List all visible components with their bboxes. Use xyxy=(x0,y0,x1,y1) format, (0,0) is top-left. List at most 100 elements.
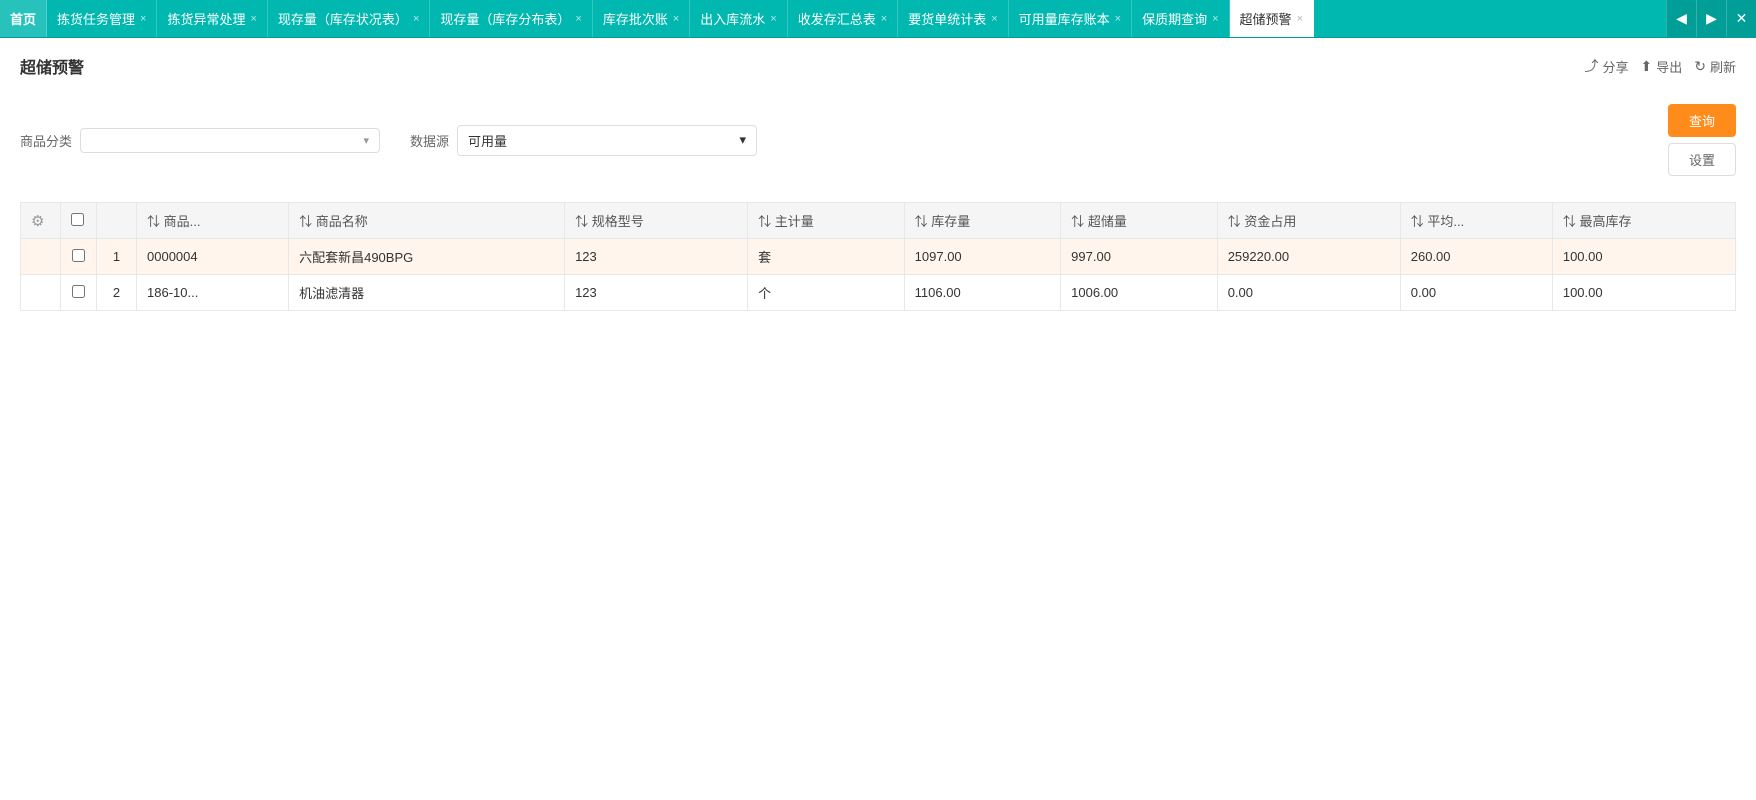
refresh-label: 刷新 xyxy=(1710,57,1736,76)
row-avg-0: 260.00 xyxy=(1400,239,1552,275)
category-label: 商品分类 xyxy=(20,131,72,150)
col-gear: ⚙ xyxy=(21,203,61,239)
datasource-label: 数据源 xyxy=(410,131,449,150)
nav-item-shelf-life[interactable]: 保质期查询 × xyxy=(1132,0,1229,37)
row-spec-1: 123 xyxy=(565,275,748,311)
data-table: ⚙ ⇅ 商品... ⇅ 商品名称 ⇅ 规格型号 xyxy=(20,202,1736,311)
nav-label-overstock-warning: 超储预警 xyxy=(1240,9,1292,28)
nav-label-order-stat: 要货单统计表 xyxy=(908,9,986,28)
row-overstock-1: 1006.00 xyxy=(1061,275,1218,311)
table-row: 1 0000004 六配套新昌490BPG 123 套 1097.00 997.… xyxy=(21,239,1736,275)
nav-label-inventory-batch: 库存批次账 xyxy=(603,9,668,28)
datasource-select[interactable]: 可用量 ▾ xyxy=(457,125,757,156)
row-num-1: 2 xyxy=(97,275,137,311)
col-spec[interactable]: ⇅ 规格型号 xyxy=(565,203,748,239)
nav-arrows: ◀ ▶ ✕ xyxy=(1666,0,1756,38)
export-label: 导出 xyxy=(1656,57,1682,76)
close-icon-available-ledger[interactable]: × xyxy=(1115,13,1121,25)
nav-item-inout-flow[interactable]: 出入库流水 × xyxy=(690,0,787,37)
datasource-filter: 数据源 可用量 ▾ xyxy=(410,125,757,156)
row-spec-0: 123 xyxy=(565,239,748,275)
row-checkbox-cell-1 xyxy=(61,275,97,311)
settings-button[interactable]: 设置 xyxy=(1668,143,1736,176)
refresh-button[interactable]: ↻ 刷新 xyxy=(1694,57,1736,76)
share-icon: ⤴ xyxy=(1584,56,1598,76)
nav-item-overstock-warning[interactable]: 超储预警 × xyxy=(1230,0,1314,37)
row-gear-1 xyxy=(21,275,61,311)
col-checkbox-header xyxy=(61,203,97,239)
export-button[interactable]: ⬆ 导出 xyxy=(1641,57,1683,76)
row-checkbox-1[interactable] xyxy=(72,285,85,298)
page-content: 超储预警 ⤴ 分享 ⬆ 导出 ↻ 刷新 商品分类 ▾ xyxy=(0,38,1756,800)
table-row: 2 186-10... 机油滤清器 123 个 1106.00 1006.00 … xyxy=(21,275,1736,311)
col-stock[interactable]: ⇅ 库存量 xyxy=(904,203,1061,239)
row-capital-0: 259220.00 xyxy=(1217,239,1400,275)
row-max-stock-0: 100.00 xyxy=(1552,239,1735,275)
nav-arrow-right[interactable]: ▶ xyxy=(1696,0,1726,38)
share-label: 分享 xyxy=(1602,57,1628,76)
page-title: 超储预警 xyxy=(20,54,84,78)
close-icon-inventory-dist[interactable]: × xyxy=(575,13,581,25)
close-icon-pick-task[interactable]: × xyxy=(140,13,146,25)
row-max-stock-1: 100.00 xyxy=(1552,275,1735,311)
nav-item-available-ledger[interactable]: 可用量库存账本 × xyxy=(1009,0,1132,37)
table-header: ⚙ ⇅ 商品... ⇅ 商品名称 ⇅ 规格型号 xyxy=(21,203,1736,239)
col-capital[interactable]: ⇅ 资金占用 xyxy=(1217,203,1400,239)
nav-label-inventory-status: 现存量（库存状况表） xyxy=(278,9,408,28)
close-icon-inventory-batch[interactable]: × xyxy=(673,13,679,25)
nav-item-pick-task[interactable]: 拣货任务管理 × xyxy=(47,0,157,37)
nav-item-home[interactable]: 首页 xyxy=(0,0,47,37)
row-unit-1: 个 xyxy=(748,275,905,311)
nav-item-inventory-batch[interactable]: 库存批次账 × xyxy=(593,0,690,37)
col-overstock[interactable]: ⇅ 超储量 xyxy=(1061,203,1218,239)
table-body: 1 0000004 六配套新昌490BPG 123 套 1097.00 997.… xyxy=(21,239,1736,311)
nav-arrow-close[interactable]: ✕ xyxy=(1726,0,1756,38)
nav-label-shelf-life: 保质期查询 xyxy=(1142,9,1207,28)
col-product-name[interactable]: ⇅ 商品名称 xyxy=(289,203,565,239)
nav-label-inout-flow: 出入库流水 xyxy=(700,9,765,28)
row-overstock-0: 997.00 xyxy=(1061,239,1218,275)
col-avg[interactable]: ⇅ 平均... xyxy=(1400,203,1552,239)
row-product-code-0: 0000004 xyxy=(137,239,289,275)
row-gear-0 xyxy=(21,239,61,275)
gear-icon[interactable]: ⚙ xyxy=(31,213,44,230)
close-icon-pick-exception[interactable]: × xyxy=(250,13,256,25)
row-checkbox-0[interactable] xyxy=(72,249,85,262)
nav-item-receive-summary[interactable]: 收发存汇总表 × xyxy=(788,0,898,37)
query-button[interactable]: 查询 xyxy=(1668,104,1736,137)
row-checkbox-cell-0 xyxy=(61,239,97,275)
row-num-0: 1 xyxy=(97,239,137,275)
nav-item-pick-exception[interactable]: 拣货异常处理 × xyxy=(157,0,267,37)
nav-label-inventory-dist: 现存量（库存分布表） xyxy=(440,9,570,28)
close-icon-receive-summary[interactable]: × xyxy=(881,13,887,25)
close-icon-overstock-warning[interactable]: × xyxy=(1297,13,1303,25)
filter-row: 商品分类 ▾ 数据源 可用量 ▾ 查询 设置 xyxy=(20,94,1736,186)
share-button[interactable]: ⤴ 分享 xyxy=(1584,56,1628,76)
nav-label-receive-summary: 收发存汇总表 xyxy=(798,9,876,28)
nav-item-inventory-status[interactable]: 现存量（库存状况表） × xyxy=(268,0,430,37)
close-icon-shelf-life[interactable]: × xyxy=(1212,13,1218,25)
top-nav: 首页 拣货任务管理 × 拣货异常处理 × 现存量（库存状况表） × 现存量（库存… xyxy=(0,0,1756,38)
close-icon-inventory-status[interactable]: × xyxy=(413,13,419,25)
header-actions: ⤴ 分享 ⬆ 导出 ↻ 刷新 xyxy=(1584,56,1736,76)
nav-arrow-left[interactable]: ◀ xyxy=(1666,0,1696,38)
refresh-icon: ↻ xyxy=(1694,58,1706,75)
page-header: 超储预警 ⤴ 分享 ⬆ 导出 ↻ 刷新 xyxy=(20,54,1736,78)
col-max-stock[interactable]: ⇅ 最高库存 xyxy=(1552,203,1735,239)
row-product-code-1: 186-10... xyxy=(137,275,289,311)
nav-item-inventory-dist[interactable]: 现存量（库存分布表） × xyxy=(430,0,592,37)
row-stock-0: 1097.00 xyxy=(904,239,1061,275)
category-filter: 商品分类 ▾ xyxy=(20,128,380,153)
close-icon-order-stat[interactable]: × xyxy=(991,13,997,25)
category-dropdown-icon: ▾ xyxy=(363,134,369,147)
row-product-name-0: 六配套新昌490BPG xyxy=(289,239,565,275)
nav-item-order-stat[interactable]: 要货单统计表 × xyxy=(898,0,1008,37)
col-unit[interactable]: ⇅ 主计量 xyxy=(748,203,905,239)
category-select[interactable]: ▾ xyxy=(80,128,380,153)
datasource-value: 可用量 xyxy=(468,131,507,150)
select-all-checkbox[interactable] xyxy=(71,213,84,226)
col-product-code[interactable]: ⇅ 商品... xyxy=(137,203,289,239)
nav-label-pick-exception: 拣货异常处理 xyxy=(167,9,245,28)
nav-label-home: 首页 xyxy=(10,9,36,28)
close-icon-inout-flow[interactable]: × xyxy=(770,13,776,25)
